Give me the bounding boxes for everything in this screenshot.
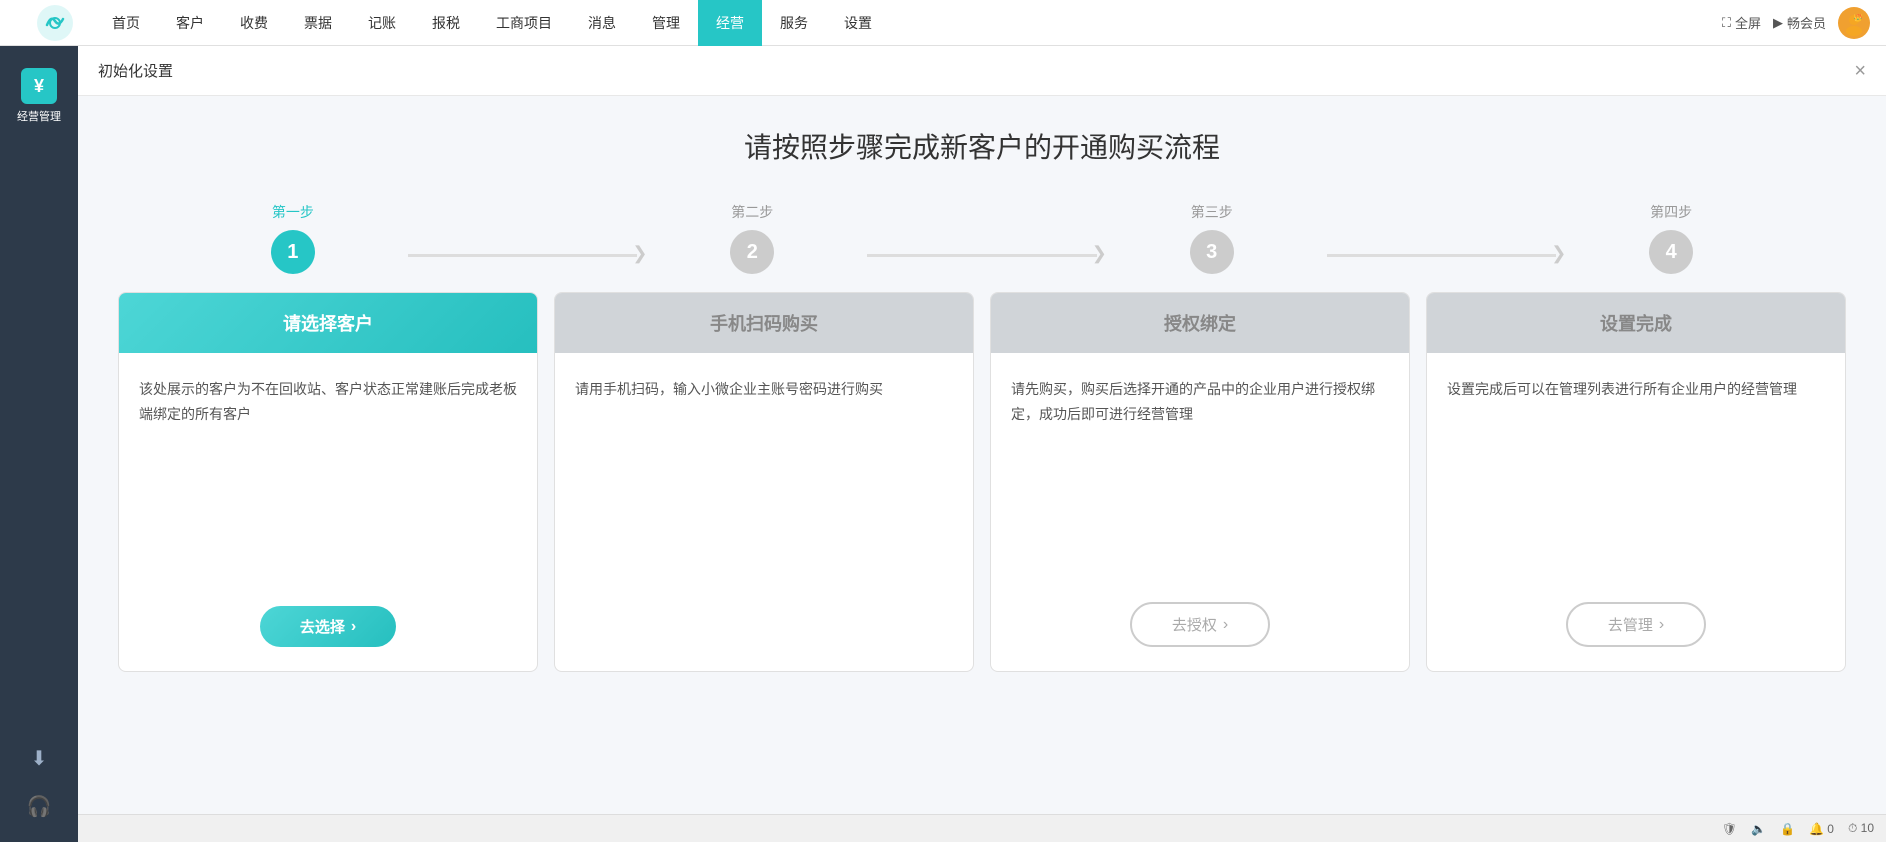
card-2-header: 手机扫码购买	[555, 293, 973, 353]
card-1-header: 请选择客户	[119, 293, 537, 353]
manage-button[interactable]: 去管理 ›	[1566, 602, 1706, 647]
app-logo	[16, 5, 94, 41]
vip-btn[interactable]: ▶ 畅会员	[1773, 13, 1826, 32]
sidebar: ¥ 经营管理 ⬇ 🎧	[0, 46, 78, 842]
card-3-footer: 去授权 ›	[991, 586, 1409, 671]
svg-text:👑: 👑	[1854, 13, 1863, 22]
clock-icon: ⏱ 10	[1848, 821, 1874, 836]
nav-manage[interactable]: 管理	[634, 0, 698, 46]
main-content: 初始化设置 × 请按照步骤完成新客户的开通购买流程 第一步 1 ❯ 第二步 2 …	[78, 46, 1886, 842]
page-header: 初始化设置 ×	[78, 46, 1886, 96]
download-icon[interactable]: ⬇	[19, 738, 59, 778]
top-navigation: 首页 客户 收费 票据 记账 报税 工商项目 消息 管理 经营 服务 设置 ⛶ …	[0, 0, 1886, 46]
process-container: 请按照步骤完成新客户的开通购买流程 第一步 1 ❯ 第二步 2 ❯ 第	[78, 96, 1886, 702]
card-4-body: 设置完成后可以在管理列表进行所有企业用户的经营管理	[1427, 353, 1845, 586]
step-3-circle: 3	[1190, 230, 1234, 274]
card-3-body: 请先购买，购买后选择开通的产品中的企业用户进行授权绑定，成功后即可进行经营管理	[991, 353, 1409, 586]
cards-row: 请选择客户 该处展示的客户为不在回收站、客户状态正常建账后完成老板端绑定的所有客…	[118, 292, 1846, 672]
steps-row: 第一步 1 ❯ 第二步 2 ❯ 第三步 3 ❯	[118, 202, 1846, 274]
card-1-footer: 去选择 ›	[119, 590, 537, 671]
sidebar-item-operation[interactable]: ¥ 经营管理	[0, 56, 78, 136]
nav-service[interactable]: 服务	[762, 0, 826, 46]
nav-invoice[interactable]: 票据	[286, 0, 350, 46]
fullscreen-btn[interactable]: ⛶ 全屏	[1722, 13, 1761, 32]
nav-settings[interactable]: 设置	[826, 0, 890, 46]
nav-fee[interactable]: 收费	[222, 0, 286, 46]
nav-home[interactable]: 首页	[94, 0, 158, 46]
card-3-header: 授权绑定	[991, 293, 1409, 353]
step-4-circle: 4	[1649, 230, 1693, 274]
volume-icon: 🔈	[1751, 822, 1766, 836]
notification-icon: 🔔 0	[1809, 822, 1834, 836]
nav-message[interactable]: 消息	[570, 0, 634, 46]
nav-business[interactable]: 工商项目	[478, 0, 570, 46]
shield-icon: 🛡	[1722, 822, 1737, 836]
page-title: 初始化设置	[98, 60, 173, 81]
connector-2: ❯	[867, 254, 1097, 257]
card-2-footer	[555, 631, 973, 671]
nav-tax[interactable]: 报税	[414, 0, 478, 46]
nav-customer[interactable]: 客户	[158, 0, 222, 46]
connector-1: ❯	[408, 254, 638, 257]
step-1-circle: 1	[271, 230, 315, 274]
nav-operation[interactable]: 经营	[698, 0, 762, 46]
card-3: 授权绑定 请先购买，购买后选择开通的产品中的企业用户进行授权绑定，成功后即可进行…	[990, 292, 1410, 672]
nav-bookkeeping[interactable]: 记账	[350, 0, 414, 46]
card-4-header: 设置完成	[1427, 293, 1845, 353]
fullscreen-icon: ⛶	[1722, 15, 1731, 31]
headset-icon[interactable]: 🎧	[19, 786, 59, 826]
card-2: 手机扫码购买 请用手机扫码，输入小微企业主账号密码进行购买	[554, 292, 974, 672]
avatar[interactable]: 👑	[1838, 7, 1870, 39]
step-4: 第四步 4	[1556, 202, 1786, 274]
process-heading: 请按照步骤完成新客户的开通购买流程	[118, 126, 1846, 166]
card-2-body: 请用手机扫码，输入小微企业主账号密码进行购买	[555, 353, 973, 631]
step-1: 第一步 1	[178, 202, 408, 274]
card-1-body: 该处展示的客户为不在回收站、客户状态正常建账后完成老板端绑定的所有客户	[119, 353, 537, 590]
card-4-footer: 去管理 ›	[1427, 586, 1845, 671]
step-2-circle: 2	[730, 230, 774, 274]
step-3: 第三步 3	[1097, 202, 1327, 274]
card-4: 设置完成 设置完成后可以在管理列表进行所有企业用户的经营管理 去管理 ›	[1426, 292, 1846, 672]
step-4-label: 第四步	[1650, 202, 1692, 222]
lock-icon: 🔒	[1780, 822, 1795, 836]
status-bar: ▶ 完成 🛡 🔈 🔒 🔔 0 ⏱ 10	[0, 814, 1886, 842]
nav-right: ⛶ 全屏 ▶ 畅会员 👑	[1722, 7, 1870, 39]
authorize-button[interactable]: 去授权 ›	[1130, 602, 1270, 647]
close-button[interactable]: ×	[1854, 61, 1866, 81]
statusbar-right: 🛡 🔈 🔒 🔔 0 ⏱ 10	[1722, 821, 1874, 836]
step-2-label: 第二步	[731, 202, 773, 222]
step-2: 第二步 2	[637, 202, 867, 274]
step-3-label: 第三步	[1191, 202, 1233, 222]
vip-icon: ▶	[1773, 15, 1783, 31]
sidebar-bottom: ⬇ 🎧	[19, 738, 59, 842]
operation-icon: ¥	[21, 68, 57, 104]
card-1: 请选择客户 该处展示的客户为不在回收站、客户状态正常建账后完成老板端绑定的所有客…	[118, 292, 538, 672]
select-customer-button[interactable]: 去选择 ›	[260, 606, 396, 647]
step-1-label: 第一步	[272, 202, 314, 222]
connector-3: ❯	[1327, 254, 1557, 257]
nav-items: 首页 客户 收费 票据 记账 报税 工商项目 消息 管理 经营 服务 设置	[94, 0, 1722, 46]
